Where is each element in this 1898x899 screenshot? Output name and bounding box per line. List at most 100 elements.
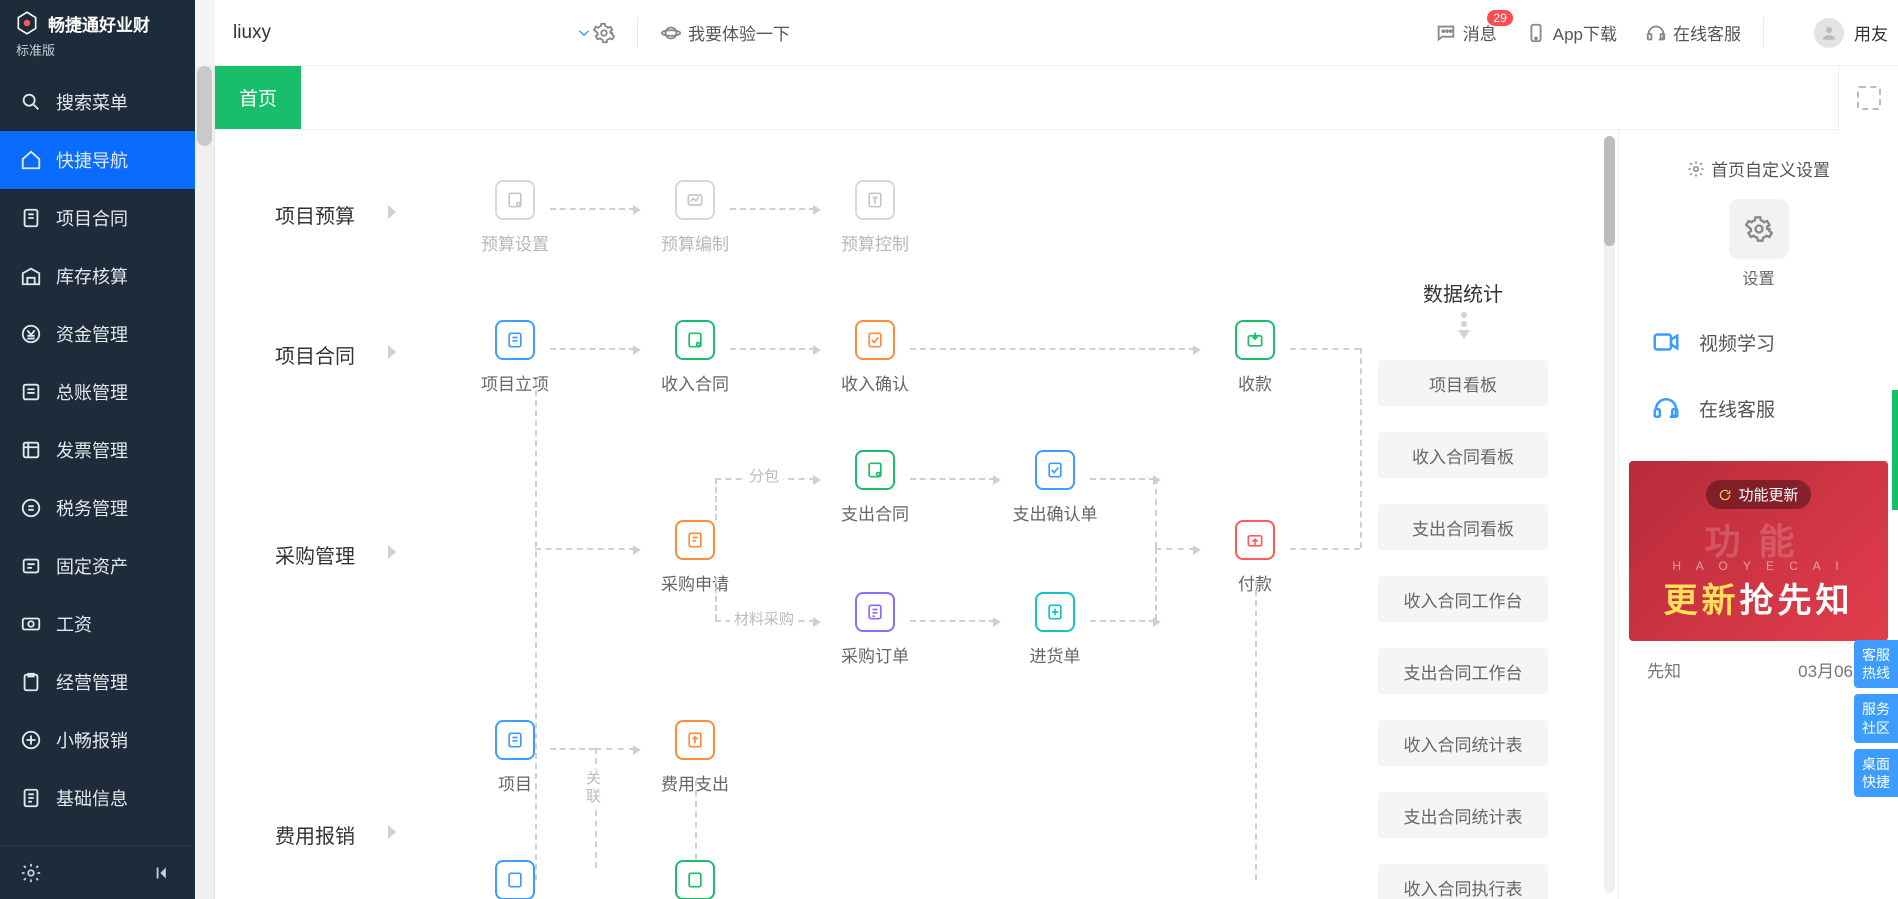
rp-head: 首页自定义设置	[1619, 156, 1898, 181]
rp-link-label: 视频学习	[1699, 329, 1775, 356]
stat-btn-label: 支出合同看板	[1412, 515, 1514, 540]
messages-button[interactable]: 消息 29	[1435, 20, 1497, 45]
expand-icon	[1857, 86, 1881, 110]
node-goods-receipt[interactable]: 进货单	[995, 592, 1115, 667]
gear-icon[interactable]	[20, 862, 42, 884]
sidebar-item-asset[interactable]: 固定资产	[0, 537, 195, 595]
rp-link-video[interactable]: 视频学习	[1619, 309, 1898, 375]
brand: 畅捷通好业财	[0, 0, 195, 40]
node-label: 项目立项	[481, 370, 549, 395]
node-purchase-order[interactable]: 采购订单	[815, 592, 935, 667]
node-budget-control[interactable]: 预算控制	[815, 180, 935, 255]
fullscreen-button[interactable]	[1838, 66, 1898, 130]
stat-btn-5[interactable]: 收入合同统计表	[1378, 720, 1548, 766]
sidebar-item-ledger[interactable]: 总账管理	[0, 363, 195, 421]
ad-pill-label: 功能更新	[1738, 484, 1798, 505]
ad-ghost-text: 功能	[1704, 513, 1812, 565]
rp-ad-banner[interactable]: 功能更新 功能 H A O Y E C A I 更新抢先知	[1629, 461, 1888, 641]
stat-btn-3[interactable]: 收入合同工作台	[1378, 576, 1548, 622]
collapse-icon[interactable]	[153, 862, 175, 884]
sidebar-item-label: 总账管理	[56, 379, 128, 405]
node-receipt[interactable]: 收款	[1195, 320, 1315, 395]
stat-btn-label: 项目看板	[1429, 371, 1497, 396]
rp-head-label: 首页自定义设置	[1711, 156, 1830, 181]
sidebar-item-quicknav[interactable]: 快捷导航	[0, 131, 195, 189]
node-purchase-request[interactable]: 采购申请	[635, 520, 755, 595]
warehouse-icon	[20, 265, 42, 287]
sidebar-item-reimburse[interactable]: 小畅报销	[0, 711, 195, 769]
stat-btn-6[interactable]: 支出合同统计表	[1378, 792, 1548, 838]
chevron-right-icon	[380, 340, 404, 364]
tenant-selector[interactable]: liuxy	[233, 22, 593, 44]
rp-settings-tile[interactable]	[1729, 199, 1789, 259]
info-icon	[20, 787, 42, 809]
node-expense-confirm[interactable]: 支出确认单	[995, 450, 1115, 525]
reimburse-icon	[20, 729, 42, 751]
home-icon	[20, 149, 42, 171]
node-budget-edit[interactable]: 预算编制	[635, 180, 755, 255]
node-label: 预算编制	[661, 230, 729, 255]
stat-btn-2[interactable]: 支出合同看板	[1378, 504, 1548, 550]
node-partial-1[interactable]	[455, 860, 575, 899]
stat-btn-label: 支出合同统计表	[1404, 803, 1523, 828]
stats-title: 数据统计	[1423, 278, 1503, 307]
node-project[interactable]: 项目	[455, 720, 575, 795]
download-label: App下载	[1553, 20, 1617, 45]
sidebar-item-search[interactable]: 搜索菜单	[0, 73, 195, 131]
sidebar-item-base[interactable]: 基础信息	[0, 769, 195, 827]
stat-btn-1[interactable]: 收入合同看板	[1378, 432, 1548, 478]
video-icon	[1651, 327, 1681, 357]
tag-cailiao: 材料采购	[730, 608, 798, 629]
download-button[interactable]: App下载	[1525, 20, 1617, 45]
rp-tile-label: 设置	[1619, 265, 1898, 289]
node-label: 支出确认单	[1013, 500, 1098, 525]
sidebar-item-invoice[interactable]: 发票管理	[0, 421, 195, 479]
sidebar-scrollbar[interactable]	[195, 66, 215, 899]
stat-btn-label: 收入合同统计表	[1404, 731, 1523, 756]
node-label: 预算控制	[841, 230, 909, 255]
sidebar-item-label: 工资	[56, 611, 92, 637]
sidebar-item-label: 税务管理	[56, 495, 128, 521]
pill-community[interactable]: 服务 社区	[1854, 694, 1898, 742]
node-label: 项目	[498, 770, 532, 795]
node-partial-2[interactable]	[635, 860, 755, 899]
pill-desktop[interactable]: 桌面 快捷	[1854, 749, 1898, 797]
sidebar-item-biz[interactable]: 经营管理	[0, 653, 195, 711]
sidebar-item-fund[interactable]: 资金管理	[0, 305, 195, 363]
sidebar-item-inventory[interactable]: 库存核算	[0, 247, 195, 305]
node-label: 采购申请	[661, 570, 729, 595]
node-expense-contract[interactable]: 支出合同	[815, 450, 935, 525]
service-button[interactable]: 在线客服	[1645, 20, 1741, 45]
node-label: 采购订单	[841, 642, 909, 667]
rp-link-label: 在线客服	[1699, 395, 1775, 422]
workflow-canvas: 项目预算 预算设置 预算编制 预算控制 项目合同 项目立项 收入合同 收入确认 …	[215, 130, 1618, 899]
tab-home[interactable]: 首页	[215, 66, 301, 129]
stat-btn-label: 收入合同执行表	[1404, 875, 1523, 899]
pill-hotline[interactable]: 客服 热线	[1854, 640, 1898, 688]
sidebar-item-contract[interactable]: 项目合同	[0, 189, 195, 247]
try-link[interactable]: 我要体验一下	[660, 20, 790, 45]
avatar[interactable]	[1814, 18, 1844, 48]
chat-icon	[1435, 22, 1457, 44]
sidebar-item-salary[interactable]: 工资	[0, 595, 195, 653]
node-label: 收入确认	[841, 370, 909, 395]
sidebar-item-label: 库存核算	[56, 263, 128, 289]
stat-btn-7[interactable]: 收入合同执行表	[1378, 864, 1548, 899]
tax-icon	[20, 497, 42, 519]
node-income-confirm[interactable]: 收入确认	[815, 320, 935, 395]
ledger-icon	[20, 381, 42, 403]
node-budget-settings[interactable]: 预算设置	[455, 180, 575, 255]
node-income-contract[interactable]: 收入合同	[635, 320, 755, 395]
stat-btn-4[interactable]: 支出合同工作台	[1378, 648, 1548, 694]
node-project-init[interactable]: 项目立项	[455, 320, 575, 395]
sidebar-item-tax[interactable]: 税务管理	[0, 479, 195, 537]
gear-icon[interactable]	[593, 22, 615, 44]
tag-fenbao: 分包	[745, 465, 783, 486]
tab-label: 首页	[239, 84, 277, 111]
stat-btn-0[interactable]: 项目看板	[1378, 360, 1548, 406]
user-icon	[1820, 24, 1838, 42]
clipboard-icon	[20, 671, 42, 693]
canvas-scrollbar[interactable]	[1604, 136, 1615, 893]
stat-btn-label: 收入合同工作台	[1404, 587, 1523, 612]
rp-link-service[interactable]: 在线客服	[1619, 375, 1898, 441]
